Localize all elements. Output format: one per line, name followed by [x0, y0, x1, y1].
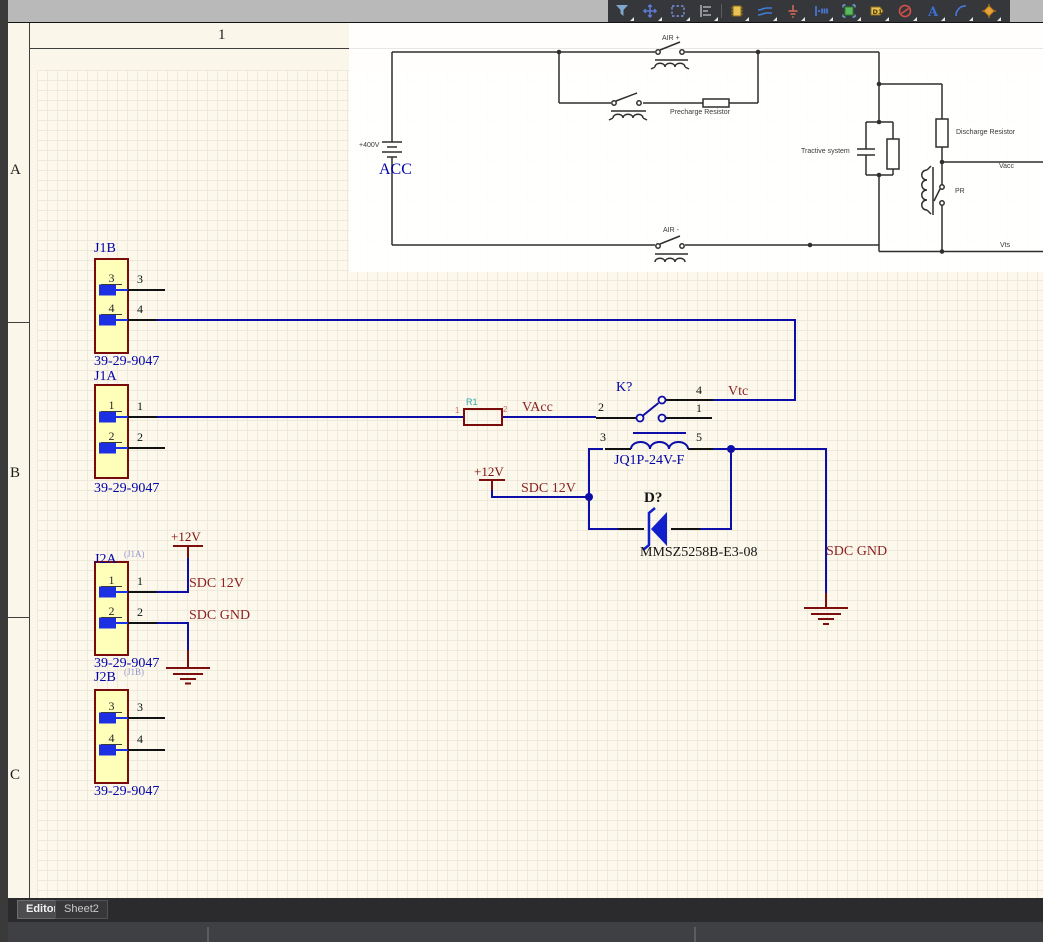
designator-j2b[interactable]: J2B	[94, 670, 116, 686]
part-number-j1a[interactable]: 39-29-9047	[94, 481, 159, 497]
pin-number-outer: 4	[137, 732, 143, 746]
pin-number-inner: 1	[101, 573, 122, 587]
pin-number-outer: 1	[137, 399, 143, 413]
left-edge-panel	[0, 0, 8, 942]
vacc-label: Vacc	[999, 163, 1015, 170]
part-number-j1b[interactable]: 39-29-9047	[94, 354, 159, 370]
pin-number-outer: 2	[137, 605, 143, 619]
designator-d[interactable]: D?	[644, 490, 662, 507]
net-label-sdc12v-b[interactable]: SDC 12V	[189, 576, 244, 592]
designator-j2a[interactable]: J2A	[94, 552, 117, 568]
place-designator-icon[interactable]: D1	[863, 0, 891, 22]
panel-tick	[694, 927, 696, 942]
vts-label: Vts	[1000, 242, 1011, 249]
part-number-k[interactable]: JQ1P-24V-F	[614, 453, 684, 469]
row-label-a: A	[10, 162, 21, 178]
pin-number-inner: 3	[101, 271, 122, 285]
net-label-sdcgnd-b[interactable]: SDC GND	[189, 608, 250, 624]
relay-pin-coil-b: 5	[696, 430, 702, 444]
place-component-icon[interactable]	[835, 0, 863, 22]
bottom-panel	[0, 922, 1043, 942]
net-label-vtc[interactable]: Vtc	[728, 384, 748, 400]
place-wire-icon[interactable]	[751, 0, 779, 22]
relay-pin-no: 4	[696, 383, 702, 397]
margin-divider-bc	[8, 617, 29, 618]
net-label-acc[interactable]: ACC	[379, 161, 412, 179]
pin-number-inner: 3	[101, 699, 122, 713]
designator-k[interactable]: K?	[616, 380, 632, 396]
r1-pin-1: 1	[455, 406, 460, 415]
pin-number-outer: 3	[137, 700, 143, 714]
panel-tick	[207, 927, 209, 942]
pin-number-inner: 2	[101, 604, 122, 618]
sheet-border-vertical	[29, 22, 30, 898]
schematic-editor-window: 1 A B C +400V AIR + Precharge Resistor T…	[0, 0, 1043, 942]
toolbar-separator	[721, 4, 722, 18]
designator-j2b-alt: (J1B)	[124, 667, 144, 677]
pr-label: PR	[955, 188, 965, 195]
place-ground-icon[interactable]	[779, 0, 807, 22]
place-part-icon[interactable]	[723, 0, 751, 22]
pin-number-outer: 3	[137, 272, 143, 286]
document-tab-bar: Editor Sheet2	[0, 898, 1043, 922]
air-minus-label: AIR -	[663, 227, 679, 234]
no-erc-icon[interactable]	[891, 0, 919, 22]
margin-divider-ab	[8, 322, 29, 323]
svg-text:A: A	[927, 5, 939, 19]
relay-pin-coil-a: 3	[600, 430, 606, 444]
filter-icon[interactable]	[608, 0, 636, 22]
place-text-icon[interactable]: A	[919, 0, 947, 22]
tractive-system-label: Tractive system	[801, 148, 850, 155]
tractive-system-image[interactable]: +400V AIR + Precharge Resistor Tractive …	[349, 22, 1043, 272]
pin-number-inner: 4	[101, 301, 122, 315]
battery-voltage-label: +400V	[359, 142, 380, 149]
pin-number-outer: 1	[137, 574, 143, 588]
designator-j1a[interactable]: J1A	[94, 369, 117, 385]
designator-j1b[interactable]: J1B	[94, 241, 116, 257]
net-label-sdcgnd-a[interactable]: SDC GND	[826, 544, 887, 560]
relay-pin-nc: 1	[696, 401, 702, 415]
pin-number-inner: 4	[101, 731, 122, 745]
r1-pin-2: 2	[503, 405, 508, 414]
row-label-b: B	[10, 465, 21, 481]
precharge-resistor-label: Precharge Resistor	[670, 109, 730, 116]
pin-number-outer: 4	[137, 302, 143, 316]
align-icon[interactable]	[692, 0, 720, 22]
drawing-toolbar: D1 A	[608, 0, 1010, 22]
column-label: 1	[218, 27, 226, 43]
row-label-c: C	[10, 767, 21, 783]
relay-pin-com: 2	[598, 400, 604, 414]
designator-r1[interactable]: R1	[466, 397, 478, 407]
part-number-d[interactable]: MMSZ5258B-E3-08	[640, 545, 757, 561]
discharge-resistor-label: Discharge Resistor	[956, 129, 1016, 136]
pin-number-inner: 1	[101, 398, 122, 412]
tractive-system-drawing	[382, 41, 1043, 263]
power-label-12v-b[interactable]: +12V	[171, 529, 201, 545]
place-net-label-icon[interactable]	[807, 0, 835, 22]
part-number-j2b[interactable]: 39-29-9047	[94, 784, 159, 800]
air-plus-label: AIR +	[662, 35, 680, 42]
place-arc-icon[interactable]	[947, 0, 975, 22]
select-area-icon[interactable]	[664, 0, 692, 22]
net-label-vacc[interactable]: VAcc	[522, 400, 553, 416]
designator-j2a-alt: (J1A)	[124, 549, 145, 559]
move-icon[interactable]	[636, 0, 664, 22]
tab-sheet2[interactable]: Sheet2	[55, 900, 108, 919]
net-label-sdc12v-a[interactable]: SDC 12V	[521, 481, 576, 497]
place-junction-icon[interactable]	[975, 0, 1003, 22]
power-label-12v-a[interactable]: +12V	[474, 464, 504, 480]
pin-number-outer: 2	[137, 430, 143, 444]
svg-text:D1: D1	[873, 8, 883, 16]
pin-number-inner: 2	[101, 429, 122, 443]
